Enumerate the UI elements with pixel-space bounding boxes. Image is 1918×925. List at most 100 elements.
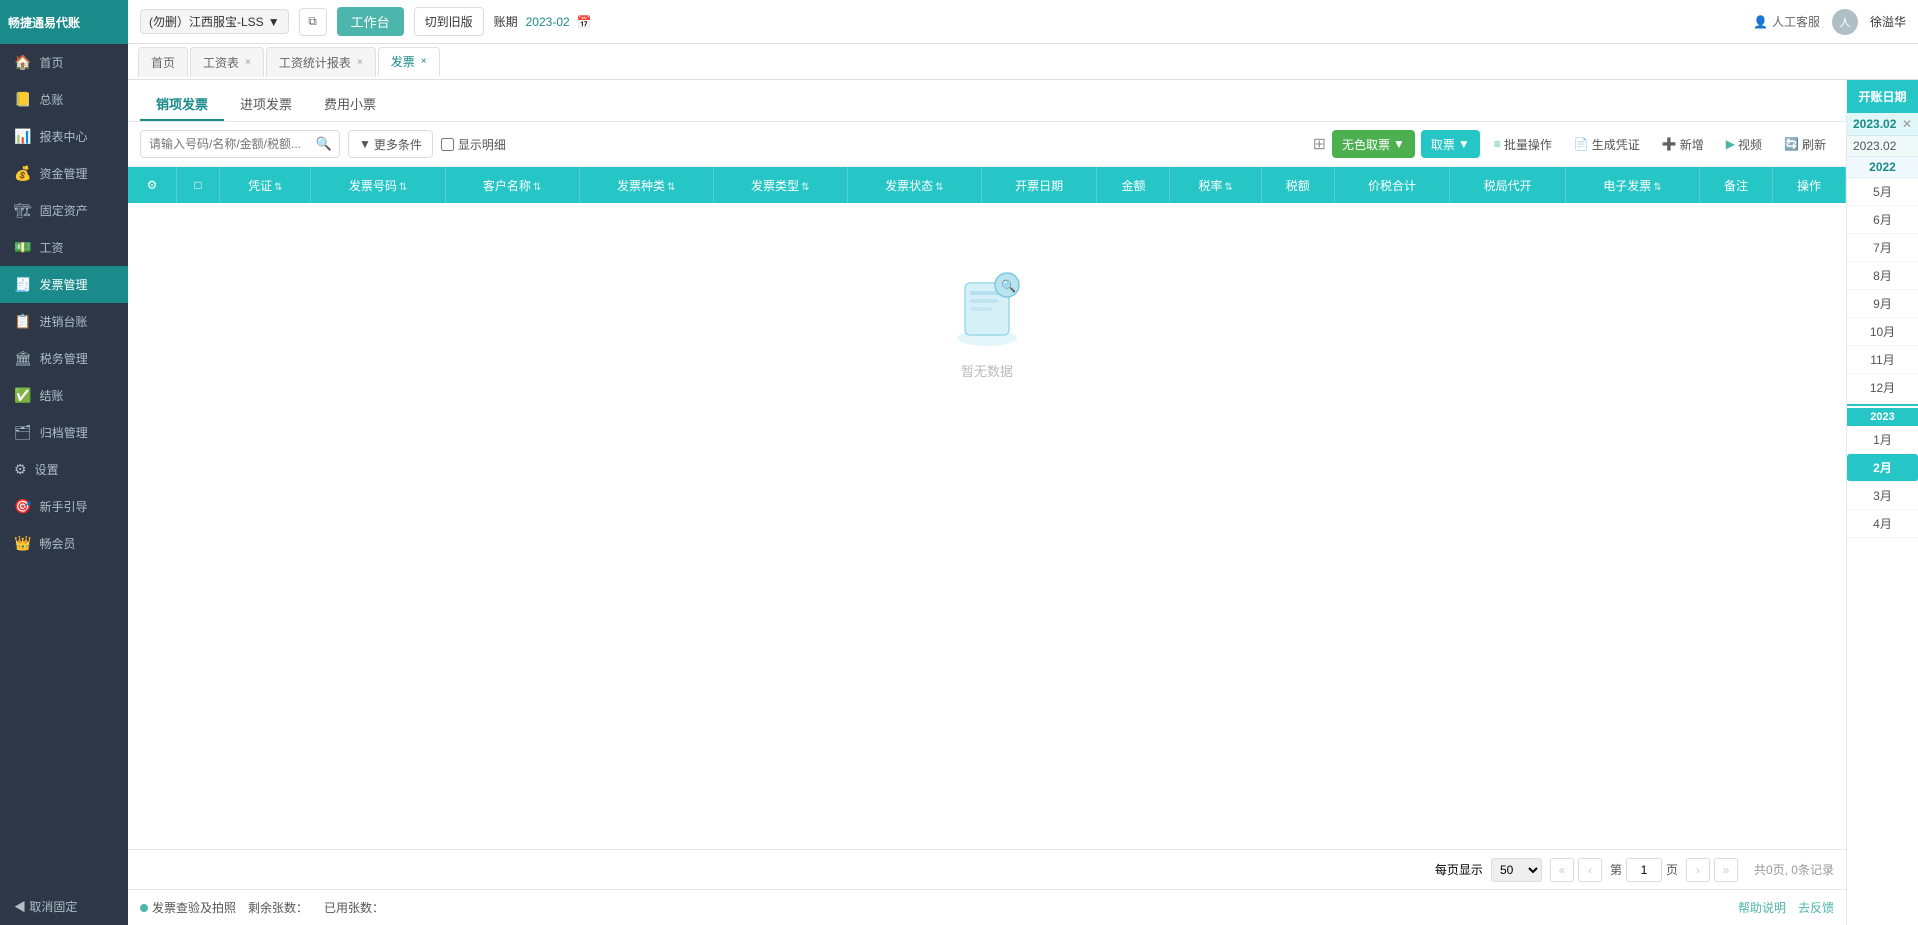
show-detail-checkbox[interactable]: 显示明细 [441,136,506,153]
date-month-2022-2[interactable]: 7月 [1847,234,1918,262]
tab-工资统计报表[interactable]: 工资统计报表× [266,47,376,77]
sub-tab-销项发票[interactable]: 销项发票 [140,88,224,121]
switch-version-button[interactable]: 切到旧版 [414,7,484,36]
tab-close-3[interactable]: × [421,56,427,67]
pagination-prev[interactable]: ‹ [1578,858,1602,882]
date-month-2023-3[interactable]: 4月 [1847,510,1918,538]
pagination-first[interactable]: « [1550,858,1574,882]
filter-icon: ▼ [359,137,371,151]
sidebar-label-8: 税务管理 [40,350,88,367]
sidebar-item-结账[interactable]: ✅结账 [0,377,128,414]
sidebar-item-设置[interactable]: ⚙设置 [0,451,128,488]
sidebar-item-总账[interactable]: 📒总账 [0,81,128,118]
no-tax-btn[interactable]: 无色取票 ▼ [1332,130,1415,158]
copy-button[interactable]: ⧉ [299,8,327,36]
date-year-2022[interactable]: 2022 [1847,157,1918,178]
table-col-3[interactable]: 发票号码⇅ [311,167,445,203]
feedback-link[interactable]: 去反馈 [1798,899,1834,916]
pagination-next[interactable]: › [1686,858,1710,882]
sidebar-label-3: 资金管理 [39,165,87,182]
pagination-last[interactable]: » [1714,858,1738,882]
sidebar-item-固定资产[interactable]: 🏗固定资产 [0,192,128,229]
empty-illustration: 🔍 [937,263,1037,353]
table-col-4[interactable]: 客户名称⇅ [445,167,579,203]
table-col-9: 金额 [1097,167,1170,203]
sidebar-item-税务管理[interactable]: 🏛税务管理 [0,340,128,377]
username[interactable]: 徐溢华 [1870,13,1906,30]
show-detail-input[interactable] [441,138,454,151]
date-month-2023-1[interactable]: 2月 [1847,454,1918,482]
video-btn[interactable]: ▶ 视频 [1718,130,1770,158]
new-icon: ➕ [1662,137,1677,151]
date-month-2022-5[interactable]: 10月 [1847,318,1918,346]
refresh-label: 刷新 [1802,136,1826,153]
table-col-5[interactable]: 发票种类⇅ [579,167,713,203]
sidebar-item-资金管理[interactable]: 💰资金管理 [0,155,128,192]
tab-close-1[interactable]: × [245,57,251,68]
invoice-panel: 销项发票进项发票费用小票 🔍 ▼ 更多条件 [128,80,1846,925]
sidebar-item-畅会员[interactable]: 👑畅会员 [0,525,128,562]
main-area: (勿删）江西服宝-LSS ▼ ⧉ 工作台 切到旧版 账期 2023-02 📅 👤… [128,0,1918,925]
sort-icon-2: ⇅ [274,182,282,193]
date-month-2022-1[interactable]: 6月 [1847,206,1918,234]
date-close-top[interactable]: ✕ [1902,117,1912,131]
date-month-2022-3[interactable]: 8月 [1847,262,1918,290]
table-col-6[interactable]: 发票类型⇅ [713,167,847,203]
sidebar-label-0: 首页 [39,54,63,71]
date-month-2023-0[interactable]: 1月 [1847,426,1918,454]
sidebar-pin-toggle[interactable]: ◀ 取消固定 [0,888,128,925]
date-month-2023-2[interactable]: 3月 [1847,482,1918,510]
sidebar-item-发票管理[interactable]: 🧾发票管理 [0,266,128,303]
date-month-2022-7[interactable]: 12月 [1847,374,1918,402]
sidebar-item-新手引导[interactable]: 🎯新手引导 [0,488,128,525]
table-col-11: 税额 [1261,167,1334,203]
date-month-2022-0[interactable]: 5月 [1847,178,1918,206]
footer-dot [140,904,148,912]
refresh-btn[interactable]: 🔄 刷新 [1776,130,1834,158]
per-page-select[interactable]: 50 10 20 100 [1491,858,1542,882]
tab-label-3: 发票 [391,53,415,70]
tab-发票[interactable]: 发票 × [378,47,440,77]
sidebar-item-首页[interactable]: 🏠首页 [0,44,128,81]
period-label: 账期 [494,13,518,30]
table-col-7[interactable]: 发票状态⇅ [847,167,981,203]
footer-remaining-label: 剩余张数： [248,899,308,916]
topbar-right: 👤 人工客服 人 徐溢华 [1753,9,1906,35]
company-name: (勿删）江西服宝-LSS [149,13,264,30]
tab-close-2[interactable]: × [357,57,363,68]
sort-icon-3: ⇅ [399,182,407,193]
support-button[interactable]: 👤 人工客服 [1753,13,1820,30]
tab-首页[interactable]: 首页 [138,47,188,77]
table-col-10[interactable]: 税率⇅ [1170,167,1261,203]
help-link[interactable]: 帮助说明 [1738,899,1786,916]
search-input[interactable] [140,130,340,158]
sidebar-item-进销台账[interactable]: 📋进销台账 [0,303,128,340]
sidebar-item-归档管理[interactable]: 🗂归档管理 [0,414,128,451]
table-col-2[interactable]: 凭证⇅ [220,167,311,203]
take-ticket-btn[interactable]: 取票 ▼ [1421,130,1480,158]
sidebar-icon-5: 💵 [14,239,31,256]
date-month-2022-6[interactable]: 11月 [1847,346,1918,374]
gen-voucher-btn[interactable]: 📄 生成凭证 [1566,130,1648,158]
sub-tab-费用小票[interactable]: 费用小票 [308,88,392,121]
batch-ops-btn[interactable]: ≡ 批量操作 [1486,130,1560,158]
pagination-page: 第 页 [1610,858,1678,882]
toolbar-left: 🔍 ▼ 更多条件 显示明细 [140,130,1305,158]
sidebar-item-工资[interactable]: 💵工资 [0,229,128,266]
page-input[interactable] [1626,858,1662,882]
batch-ops-label: 批量操作 [1504,136,1552,153]
empty-state: 🔍 暂无数据 [128,203,1846,440]
sub-tab-进项发票[interactable]: 进项发票 [224,88,308,121]
filter-button[interactable]: ▼ 更多条件 [348,130,433,158]
open-date-button[interactable]: 开账日期 [1847,80,1918,113]
date-year-2023[interactable]: 2023 [1847,408,1918,426]
footer-used: 已用张数： [324,899,388,916]
sidebar-item-报表中心[interactable]: 📊报表中心 [0,118,128,155]
new-btn[interactable]: ➕ 新增 [1654,130,1712,158]
tab-工资表[interactable]: 工资表× [190,47,264,77]
company-selector[interactable]: (勿删）江西服宝-LSS ▼ [140,9,289,34]
table-col-14[interactable]: 电子发票⇅ [1565,167,1699,203]
date-month-2022-4[interactable]: 9月 [1847,290,1918,318]
workspace-button[interactable]: 工作台 [337,7,404,36]
grid-view-icon[interactable]: ⊞ [1313,134,1326,154]
